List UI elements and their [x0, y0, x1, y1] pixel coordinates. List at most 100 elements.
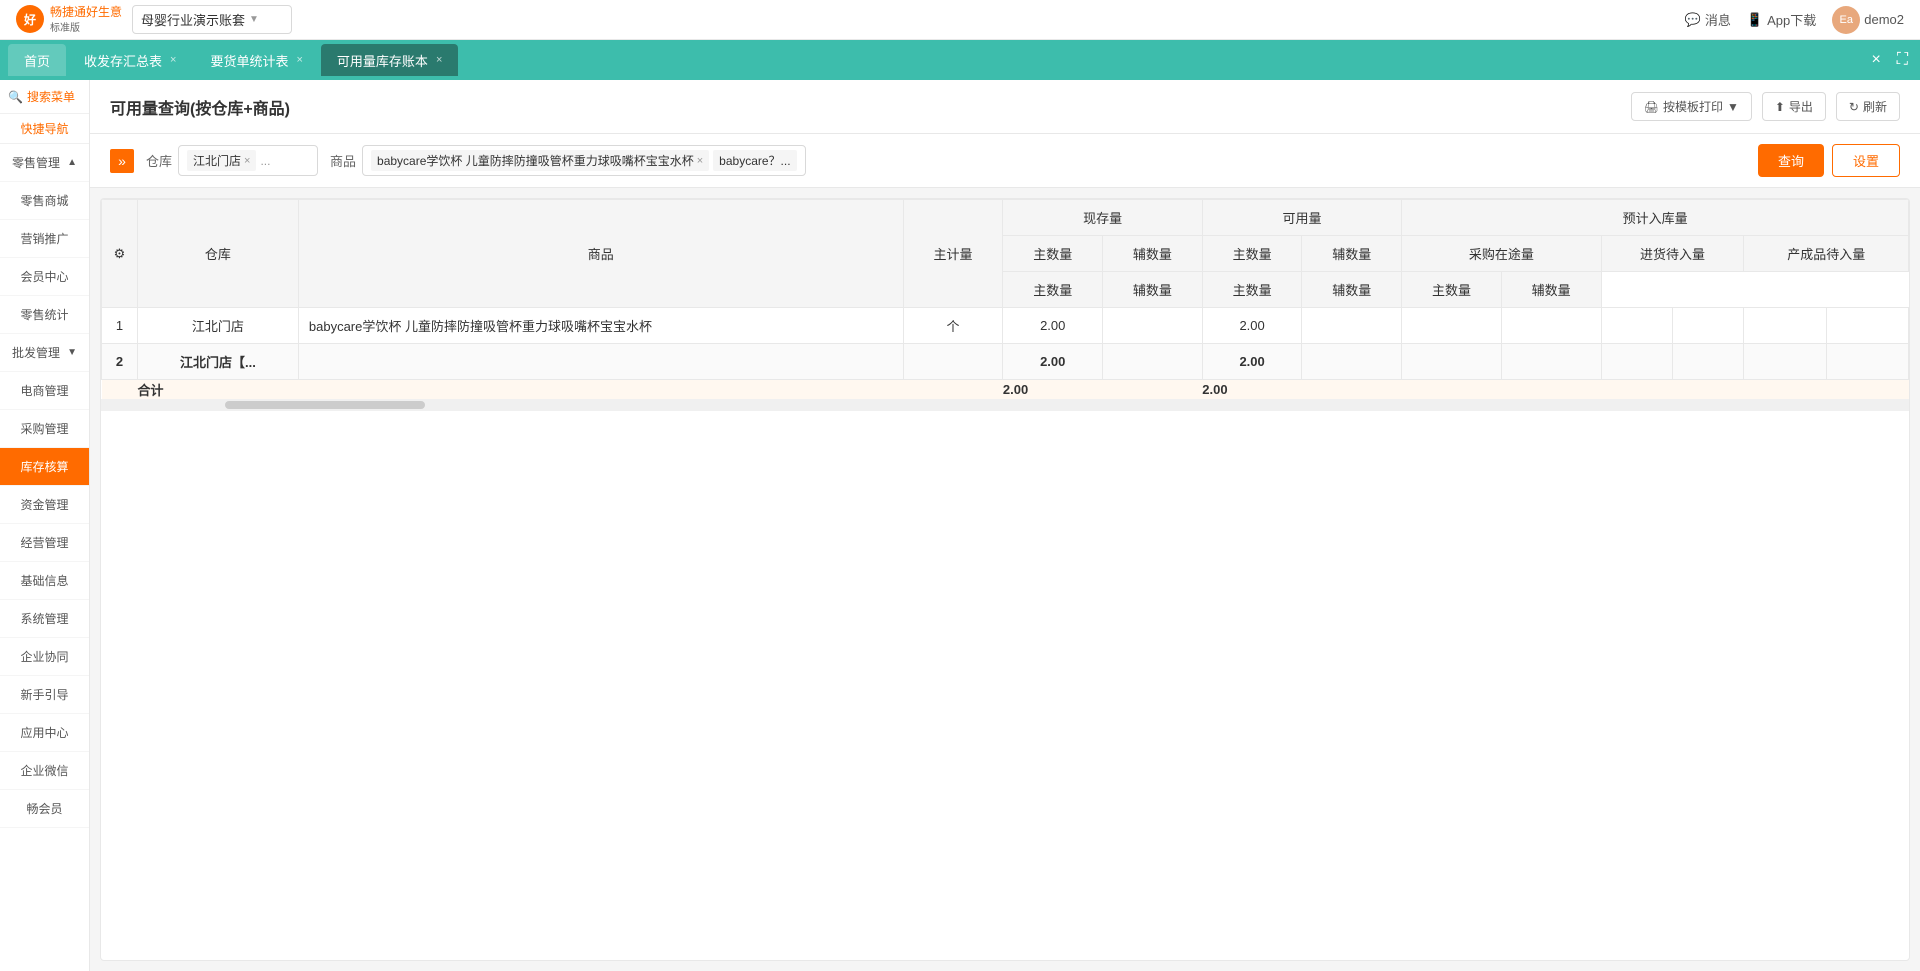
- industry-selector[interactable]: 母婴行业演示账套 ▼: [132, 5, 292, 34]
- refresh-label: 刷新: [1863, 98, 1887, 115]
- row2-purchase-main: [1402, 344, 1502, 380]
- chevron-icon: ▲: [67, 157, 77, 168]
- row2-finished-aux: [1826, 344, 1908, 380]
- total-avail-main: 2.00: [1202, 380, 1302, 400]
- sidebar-item-inventory-label: 库存核算: [20, 458, 68, 475]
- sidebar-item-ecommerce-mgmt[interactable]: 电商管理: [0, 372, 89, 410]
- sidebar-item-retail-mall[interactable]: 零售商城: [0, 182, 89, 220]
- col-warehouse: 仓库: [138, 200, 299, 308]
- settings-btn[interactable]: 设置: [1832, 144, 1900, 177]
- tab-home-label: 首页: [24, 51, 50, 70]
- sidebar-item-inventory[interactable]: 库存核算: [0, 448, 89, 486]
- sidebar-search[interactable]: 🔍 搜索菜单: [0, 80, 89, 114]
- tab-receive-summary-close[interactable]: ×: [170, 54, 176, 66]
- message-btn[interactable]: 💬 消息: [1685, 10, 1731, 29]
- tab-expand-btn[interactable]: ⛶: [1893, 47, 1912, 73]
- sidebar-item-app-center[interactable]: 应用中心: [0, 714, 89, 752]
- tab-home[interactable]: 首页: [8, 44, 66, 76]
- data-table: ⚙ 仓库 商品 主计量 现存量 可用量 预计入库量 主数量 辅数量 主数量 辅数…: [101, 199, 1909, 399]
- sidebar-item-purchase-mgmt-label: 采购管理: [20, 420, 68, 437]
- row1-incoming-aux: [1672, 308, 1743, 344]
- sidebar-item-basic-info[interactable]: 基础信息: [0, 562, 89, 600]
- total-row: 合计 2.00 2.00: [102, 380, 1909, 400]
- filter-expand-btn[interactable]: »: [110, 149, 134, 173]
- tab-close-all-btn[interactable]: ×: [1867, 47, 1884, 73]
- table-header-row1: ⚙ 仓库 商品 主计量 现存量 可用量 预计入库量: [102, 200, 1909, 236]
- tab-order-stats-close[interactable]: ×: [296, 54, 302, 66]
- col-incoming-aux: 辅数量: [1302, 272, 1402, 308]
- row1-unit: 个: [903, 308, 1003, 344]
- filter-warehouse-more[interactable]: ...: [260, 154, 270, 168]
- sidebar-item-basic-info-label: 基础信息: [20, 572, 68, 589]
- col-avail-main: 主数量: [1202, 236, 1302, 272]
- filter-product-remove1[interactable]: ×: [697, 155, 703, 167]
- sidebar-item-enterprise-wechat-label: 企业微信: [20, 762, 68, 779]
- sidebar-item-sys-mgmt[interactable]: 系统管理: [0, 600, 89, 638]
- chevron-down-icon3: ▼: [1727, 100, 1739, 114]
- row1-purchase-main: [1402, 308, 1502, 344]
- row1-stock-main: 2.00: [1003, 308, 1103, 344]
- row1-purchase-aux: [1501, 308, 1601, 344]
- tab-receive-summary-label: 收发存汇总表: [84, 51, 162, 70]
- sidebar-item-ops-mgmt[interactable]: 经营管理: [0, 524, 89, 562]
- col-incoming-main: 主数量: [1202, 272, 1302, 308]
- filter-warehouse-remove[interactable]: ×: [244, 155, 250, 167]
- user-area[interactable]: Ea demo2: [1832, 6, 1904, 34]
- tab-order-stats[interactable]: 要货单统计表 ×: [194, 44, 318, 76]
- row1-incoming-main: [1601, 308, 1672, 344]
- sidebar-item-member-center[interactable]: 会员中心: [0, 258, 89, 296]
- sidebar-item-enterprise-collab-label: 企业协同: [20, 648, 68, 665]
- table-container: ⚙ 仓库 商品 主计量 现存量 可用量 预计入库量 主数量 辅数量 主数量 辅数…: [100, 198, 1910, 961]
- filter-area: » 仓库 江北门店 × ... 商品 babycare学饮杯 儿童防摔防撞吸管杯…: [90, 134, 1920, 188]
- col-settings[interactable]: ⚙: [102, 200, 138, 308]
- total-stock-aux: [1103, 380, 1203, 400]
- col-purchase-transit: 采购在途量: [1402, 236, 1601, 272]
- sidebar-quick-nav[interactable]: 快捷导航: [0, 114, 89, 144]
- sidebar-item-vip-member[interactable]: 畅会员: [0, 790, 89, 828]
- sidebar-item-enterprise-collab[interactable]: 企业协同: [0, 638, 89, 676]
- filter-warehouse-input[interactable]: 江北门店 × ...: [178, 145, 318, 176]
- table-row: 1 江北门店 babycare学饮杯 儿童防摔防撞吸管杯重力球吸嘴杯宝宝水杯 个…: [102, 308, 1909, 344]
- app-download-btn[interactable]: 📱 App下载: [1747, 10, 1816, 29]
- tab-bar-actions: × ⛶: [1867, 47, 1912, 73]
- row2-incoming-aux: [1672, 344, 1743, 380]
- tab-receive-summary[interactable]: 收发存汇总表 ×: [68, 44, 192, 76]
- col-stock-aux: 辅数量: [1103, 236, 1203, 272]
- sidebar-item-retail-mall-label: 零售商城: [20, 192, 68, 209]
- tab-bar: 首页 收发存汇总表 × 要货单统计表 × 可用量库存账本 × × ⛶: [0, 40, 1920, 80]
- industry-label: 母婴行业演示账套: [141, 10, 245, 29]
- filter-warehouse-group: 仓库 江北门店 × ...: [146, 145, 318, 176]
- sidebar-item-purchase-mgmt[interactable]: 采购管理: [0, 410, 89, 448]
- row2-unit: [903, 344, 1003, 380]
- export-btn[interactable]: ⬆ 导出: [1762, 92, 1826, 121]
- scroll-thumb[interactable]: [225, 401, 425, 409]
- sidebar-item-finance-mgmt[interactable]: 资金管理: [0, 486, 89, 524]
- logo-icon: 好: [16, 5, 44, 33]
- filter-product-input[interactable]: babycare学饮杯 儿童防摔防撞吸管杯重力球吸嘴杯宝宝水杯 × babyca…: [362, 145, 806, 176]
- refresh-btn[interactable]: ↻ 刷新: [1836, 92, 1900, 121]
- filter-product-label: 商品: [330, 151, 356, 170]
- tab-available-stock-close[interactable]: ×: [436, 54, 442, 66]
- col-stock: 现存量: [1003, 200, 1202, 236]
- horizontal-scrollbar[interactable]: [101, 399, 1909, 411]
- total-finished-aux: [1826, 380, 1908, 400]
- sidebar-item-member-center-label: 会员中心: [20, 268, 68, 285]
- row2-finished-main: [1744, 344, 1826, 380]
- sidebar-item-retail-mgmt[interactable]: 零售管理 ▲: [0, 144, 89, 182]
- sidebar-item-finance-mgmt-label: 资金管理: [20, 496, 68, 513]
- table-row: 2 江北门店【... 2.00 2.00: [102, 344, 1909, 380]
- sidebar-item-retail-stats[interactable]: 零售统计: [0, 296, 89, 334]
- col-purchase-main: 主数量: [1003, 272, 1103, 308]
- filter-warehouse-tag: 江北门店 ×: [187, 150, 256, 171]
- tab-available-stock[interactable]: 可用量库存账本 ×: [321, 44, 458, 76]
- sidebar-item-marketing[interactable]: 营销推广: [0, 220, 89, 258]
- top-bar-right: 💬 消息 📱 App下载 Ea demo2: [1685, 6, 1904, 34]
- sidebar-item-enterprise-wechat[interactable]: 企业微信: [0, 752, 89, 790]
- total-incoming-aux: [1672, 380, 1743, 400]
- query-btn[interactable]: 查询: [1758, 144, 1824, 177]
- template-print-btn[interactable]: 🖨 按模板打印 ▼: [1631, 92, 1752, 121]
- sidebar-item-wholesale-mgmt[interactable]: 批发管理 ▼: [0, 334, 89, 372]
- row1-finished-aux: [1826, 308, 1908, 344]
- sidebar-item-new-guide[interactable]: 新手引导: [0, 676, 89, 714]
- filter-product-group: 商品 babycare学饮杯 儿童防摔防撞吸管杯重力球吸嘴杯宝宝水杯 × bab…: [330, 145, 806, 176]
